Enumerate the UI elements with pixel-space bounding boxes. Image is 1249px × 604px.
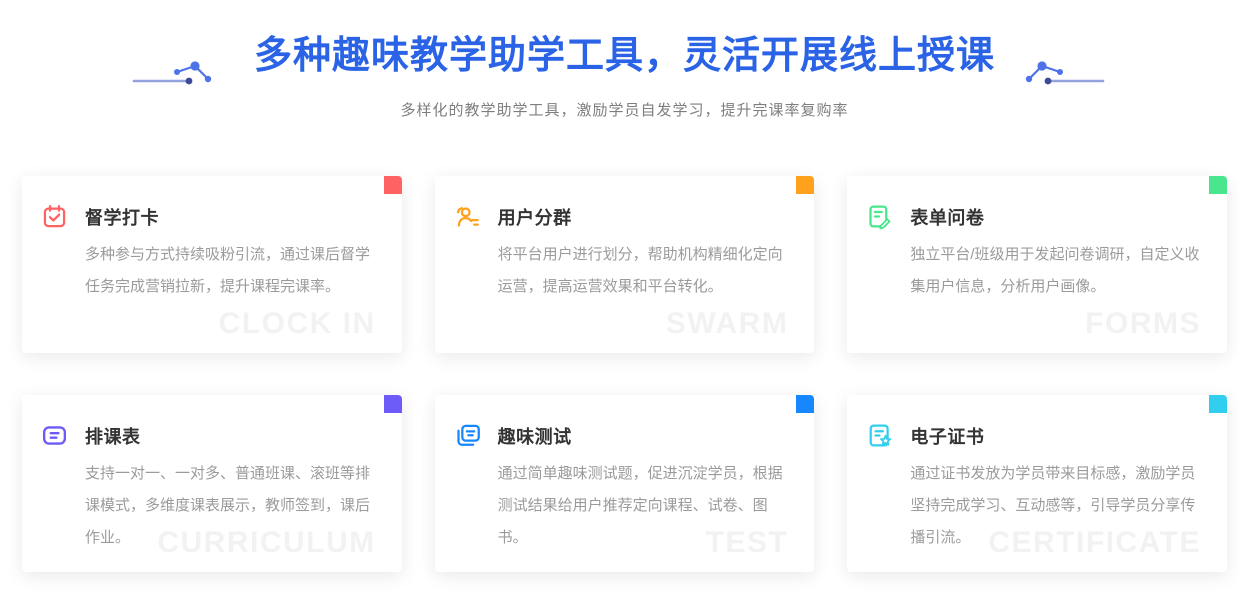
schedule-icon — [41, 422, 68, 449]
line-chart-decoration-left — [132, 50, 227, 92]
form-edit-icon — [866, 203, 893, 230]
card-description: 通过简单趣味测试题，促进沉淀学员，根据测试结果给用户推荐定向课程、试卷、图书。 — [498, 458, 793, 554]
card-watermark: SWARM — [666, 307, 789, 341]
feature-card-clock-in: 督学打卡 多种参与方式持续吸粉引流，通过课后督学任务完成营销拉新，提升课程完课率… — [22, 176, 402, 353]
accent-corner-square — [384, 176, 402, 194]
user-group-icon — [454, 203, 481, 230]
feature-card-curriculum: 排课表 支持一对一、一对多、普通班课、滚班等排课模式，多维度课表展示，教师签到，… — [22, 395, 402, 572]
feature-card-forms: 表单问卷 独立平台/班级用于发起问卷调研，自定义收集用户信息，分析用户画像。 F… — [847, 176, 1227, 353]
accent-corner-square — [796, 176, 814, 194]
accent-corner-square — [384, 395, 402, 413]
feature-card-grid: 督学打卡 多种参与方式持续吸粉引流，通过课后督学任务完成营销拉新，提升课程完课率… — [0, 176, 1249, 572]
accent-corner-square — [1209, 176, 1227, 194]
feature-card-swarm: 用户分群 将平台用户进行划分，帮助机构精细化定向运营，提高运营效果和平台转化。 … — [435, 176, 815, 353]
calendar-check-icon — [41, 203, 68, 230]
card-description: 多种参与方式持续吸粉引流，通过课后督学任务完成营销拉新，提升课程完课率。 — [85, 239, 380, 303]
card-watermark: FORMS — [1085, 307, 1201, 341]
card-title: 督学打卡 — [85, 204, 159, 230]
page-subtitle: 多样化的教学助学工具，激励学员自发学习，提升完课率复购率 — [0, 102, 1249, 120]
feature-card-certificate: 电子证书 通过证书发放为学员带来目标感，激励学员坚持完成学习、互动感等，引导学员… — [847, 395, 1227, 572]
card-title: 电子证书 — [910, 423, 984, 449]
card-title: 用户分群 — [498, 204, 572, 230]
card-description: 独立平台/班级用于发起问卷调研，自定义收集用户信息，分析用户画像。 — [910, 239, 1205, 303]
line-chart-decoration-right — [1010, 50, 1105, 92]
quiz-stack-icon — [454, 422, 481, 449]
card-description: 支持一对一、一对多、普通班课、滚班等排课模式，多维度课表展示，教师签到，课后作业… — [85, 458, 380, 554]
feature-card-test: 趣味测试 通过简单趣味测试题，促进沉淀学员，根据测试结果给用户推荐定向课程、试卷… — [435, 395, 815, 572]
card-watermark: CLOCK IN — [219, 307, 376, 341]
accent-corner-square — [796, 395, 814, 413]
card-description: 将平台用户进行划分，帮助机构精细化定向运营，提高运营效果和平台转化。 — [498, 239, 793, 303]
card-description: 通过证书发放为学员带来目标感，激励学员坚持完成学习、互动感等，引导学员分享传播引… — [910, 458, 1205, 554]
card-title: 趣味测试 — [498, 423, 572, 449]
section-header: 多种趣味教学助学工具，灵活开展线上授课 多样化的教学助学工具，激励学员自发学习，… — [0, 0, 1249, 120]
accent-corner-square — [1209, 395, 1227, 413]
card-title: 排课表 — [85, 423, 141, 449]
card-title: 表单问卷 — [910, 204, 984, 230]
certificate-icon — [866, 422, 893, 449]
